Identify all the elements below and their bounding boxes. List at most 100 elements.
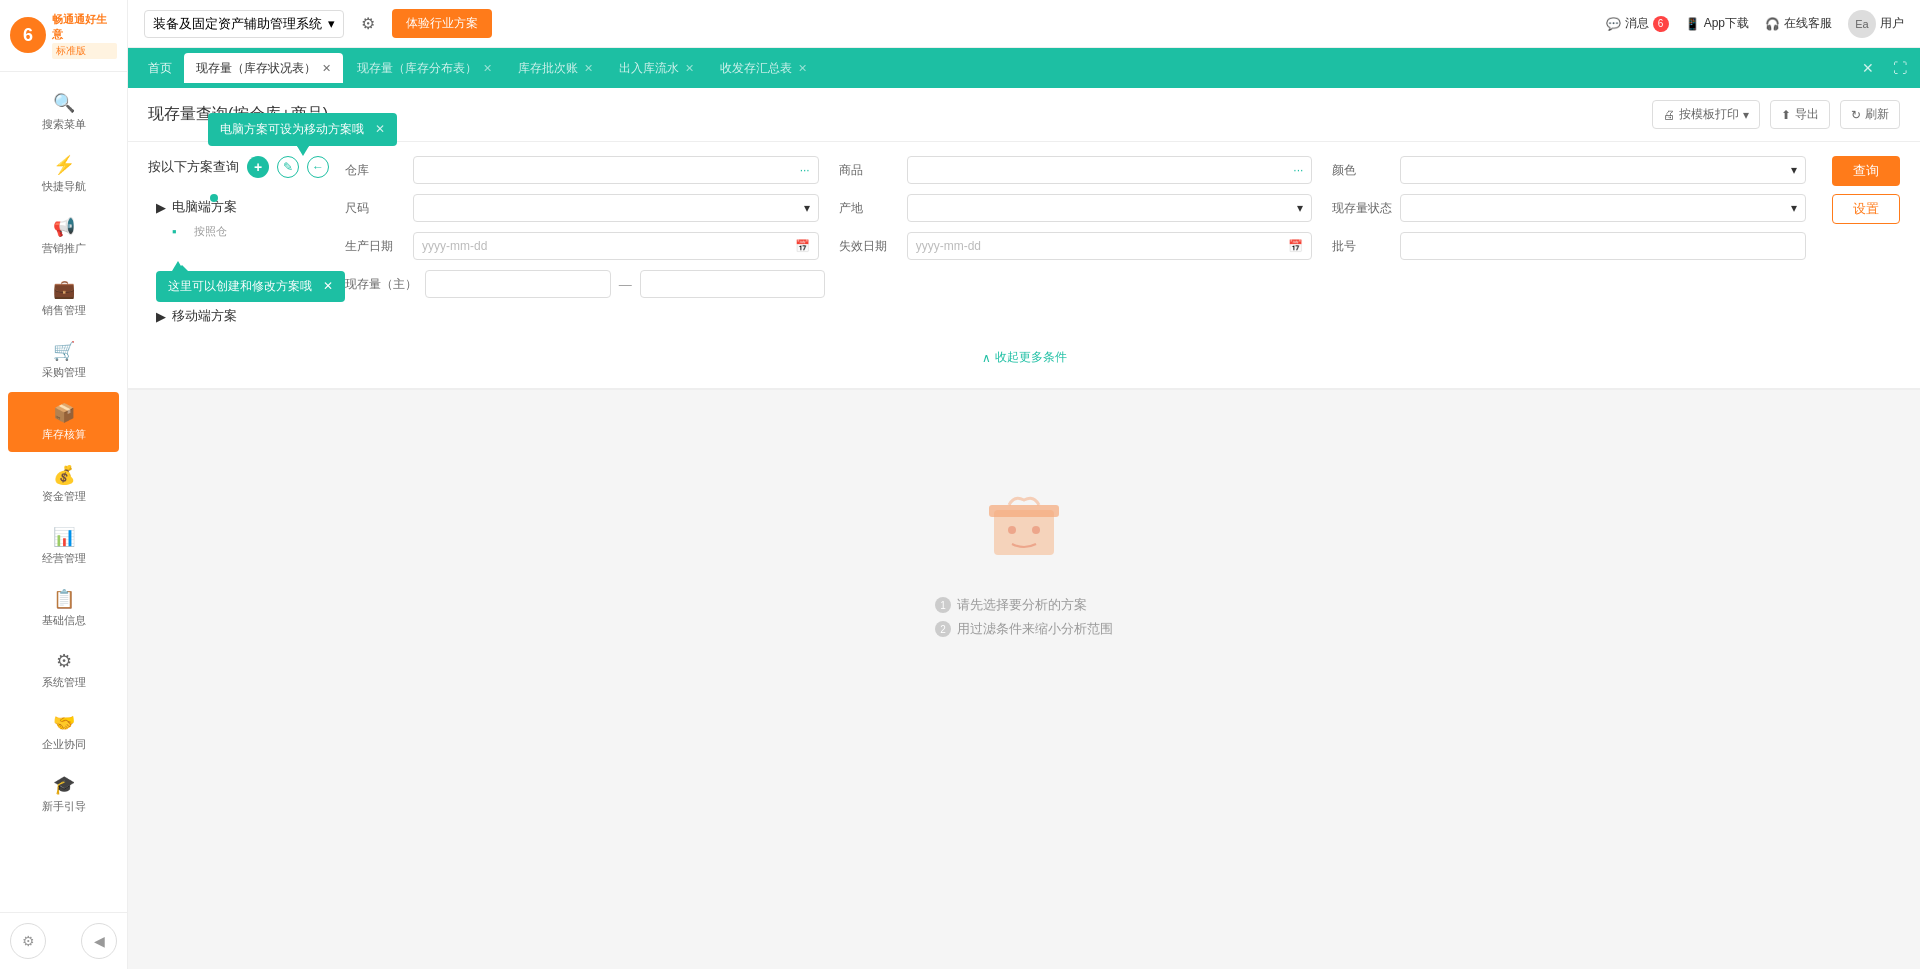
scheme-item-pc[interactable]: ▶ 电脑端方案 xyxy=(148,194,329,220)
size-dropdown-icon: ▾ xyxy=(804,201,810,215)
sidebar-label-search: 搜索菜单 xyxy=(42,117,86,132)
prod-date-label: 生产日期 xyxy=(345,238,405,255)
scheme-item-mobile[interactable]: ▶ 移动端方案 xyxy=(148,303,329,329)
print-template-button[interactable]: 🖨 按模板打印 ▾ xyxy=(1652,100,1760,129)
filter-row-warehouse: 仓库 ··· xyxy=(345,156,819,184)
calendar-icon-expiry[interactable]: 📅 xyxy=(1288,239,1303,253)
tab-summary-label: 收发存汇总表 xyxy=(720,60,792,77)
origin-input[interactable]: ▾ xyxy=(907,194,1313,222)
online-support-button[interactable]: 🎧 在线客服 xyxy=(1765,15,1832,32)
message-icon: 💬 xyxy=(1606,17,1621,31)
tab-batch-ledger-close[interactable]: ✕ xyxy=(584,62,593,75)
collapse-sidebar-btn[interactable]: ◀ xyxy=(81,923,117,959)
tab-close-all-btn[interactable]: ✕ xyxy=(1856,56,1880,80)
back-scheme-button[interactable]: ← xyxy=(307,156,329,178)
tab-summary[interactable]: 收发存汇总表 ✕ xyxy=(708,53,819,83)
guide-icon: 🎓 xyxy=(53,774,75,796)
tooltip1-close[interactable]: ✕ xyxy=(375,122,385,136)
stock-qty-to-input[interactable] xyxy=(640,270,826,298)
scheme-sub-label: 按照仓 xyxy=(183,224,227,239)
prod-date-input[interactable]: yyyy-mm-dd 📅 xyxy=(413,232,819,260)
tab-inout-flow-close[interactable]: ✕ xyxy=(685,62,694,75)
filter-header: 按以下方案查询 + ✎ ← xyxy=(148,156,329,178)
sidebar-item-quicknav[interactable]: ⚡ 快捷导航 xyxy=(8,144,119,204)
scheme-item-sub[interactable]: ▪ 按照仓 xyxy=(148,220,329,243)
enterprise-icon: 🤝 xyxy=(53,712,75,734)
sidebar-item-basic[interactable]: 📋 基础信息 xyxy=(8,578,119,638)
size-input[interactable]: ▾ xyxy=(413,194,819,222)
warehouse-input[interactable]: ··· xyxy=(413,156,819,184)
scheme-mobile-label: 移动端方案 xyxy=(172,307,237,325)
product-input[interactable]: ··· xyxy=(907,156,1313,184)
sidebar-item-sales[interactable]: 💼 销售管理 xyxy=(8,268,119,328)
app-download-button[interactable]: 📱 App下载 xyxy=(1685,15,1749,32)
sidebar-label-sales: 销售管理 xyxy=(42,303,86,318)
svg-point-3 xyxy=(1032,526,1040,534)
logo-tag: 标准版 xyxy=(52,43,117,59)
scheme-sub-arrow: ▪ xyxy=(172,224,177,239)
export-button[interactable]: ⬆ 导出 xyxy=(1770,100,1830,129)
tab-batch-ledger[interactable]: 库存批次账 ✕ xyxy=(506,53,605,83)
color-input[interactable]: ▾ xyxy=(1400,156,1806,184)
warehouse-dots[interactable]: ··· xyxy=(800,163,810,177)
system-title: 装备及固定资产辅助管理系统 xyxy=(153,15,322,33)
sidebar-item-search[interactable]: 🔍 搜索菜单 xyxy=(8,82,119,142)
tab-summary-close[interactable]: ✕ xyxy=(798,62,807,75)
sidebar-item-purchase[interactable]: 🛒 采购管理 xyxy=(8,330,119,390)
sidebar-item-system[interactable]: ⚙ 系统管理 xyxy=(8,640,119,700)
tab-inout-flow[interactable]: 出入库流水 ✕ xyxy=(607,53,706,83)
industry-plan-button[interactable]: 体验行业方案 xyxy=(392,9,492,38)
sidebar-item-marketing[interactable]: 📢 营销推广 xyxy=(8,206,119,266)
tab-inventory-status[interactable]: 现存量（库存状况表） ✕ xyxy=(184,53,343,83)
expiry-date-input[interactable]: yyyy-mm-dd 📅 xyxy=(907,232,1313,260)
tab-home[interactable]: 首页 xyxy=(136,53,184,83)
refresh-button[interactable]: ↻ 刷新 xyxy=(1840,100,1900,129)
stock-qty-from-input[interactable] xyxy=(425,270,611,298)
sidebar-item-operations[interactable]: 📊 经营管理 xyxy=(8,516,119,576)
sidebar-item-inventory[interactable]: 📦 库存核算 xyxy=(8,392,119,452)
purchase-icon: 🛒 xyxy=(53,340,75,362)
sidebar-item-guide[interactable]: 🎓 新手引导 xyxy=(8,764,119,824)
add-scheme-button[interactable]: + xyxy=(247,156,269,178)
print-label: 按模板打印 xyxy=(1679,106,1739,123)
empty-tip-2: 2 用过滤条件来缩小分析范围 xyxy=(935,620,1113,638)
settings-footer-btn[interactable]: ⚙ xyxy=(10,923,46,959)
product-dots[interactable]: ··· xyxy=(1293,163,1303,177)
settings-gear-button[interactable]: ⚙ xyxy=(354,10,382,38)
tab-expand-btn[interactable]: ⛶ xyxy=(1888,56,1912,80)
export-label: 导出 xyxy=(1795,106,1819,123)
tab-inventory-dist[interactable]: 现存量（库存分布表） ✕ xyxy=(345,53,504,83)
tab-inventory-status-close[interactable]: ✕ xyxy=(322,62,331,75)
tooltip1-text: 电脑方案可设为移动方案哦 xyxy=(220,122,364,136)
tip-num-1: 1 xyxy=(935,597,951,613)
operations-icon: 📊 xyxy=(53,526,75,548)
sidebar-label-operations: 经营管理 xyxy=(42,551,86,566)
set-button[interactable]: 设置 xyxy=(1832,194,1900,224)
batch-label: 批号 xyxy=(1332,238,1392,255)
sidebar-label-inventory: 库存核算 xyxy=(42,427,86,442)
tab-inventory-dist-close[interactable]: ✕ xyxy=(483,62,492,75)
scheme-arrow-pc: ▶ xyxy=(156,200,166,215)
tooltip2-close[interactable]: ✕ xyxy=(323,279,333,293)
sidebar-footer: ⚙ ◀ xyxy=(0,912,127,969)
app-download-label: App下载 xyxy=(1704,15,1749,32)
filter-row-batch: 批号 xyxy=(1332,232,1806,260)
query-button[interactable]: 查询 xyxy=(1832,156,1900,186)
batch-input[interactable] xyxy=(1400,232,1806,260)
inventory-icon: 📦 xyxy=(53,402,75,424)
sidebar-item-finance[interactable]: 💰 资金管理 xyxy=(8,454,119,514)
filter-row-origin: 产地 ▾ xyxy=(839,194,1313,222)
tooltip2-text: 这里可以创建和修改方案哦 xyxy=(168,279,312,293)
tabs-actions: ✕ ⛶ xyxy=(1856,56,1912,80)
edit-scheme-button[interactable]: ✎ xyxy=(277,156,299,178)
sidebar-item-enterprise[interactable]: 🤝 企业协同 xyxy=(8,702,119,762)
refresh-label: 刷新 xyxy=(1865,106,1889,123)
message-button[interactable]: 💬 消息 6 xyxy=(1606,15,1669,32)
user-menu-button[interactable]: Ea 用户 xyxy=(1848,10,1904,38)
collapse-more-btn[interactable]: ∧ 收起更多条件 xyxy=(148,341,1900,374)
filter-row-stock-status: 现存量状态 ▾ xyxy=(1332,194,1806,222)
app-title-select[interactable]: 装备及固定资产辅助管理系统 ▾ xyxy=(144,10,344,38)
page-actions: 🖨 按模板打印 ▾ ⬆ 导出 ↻ 刷新 xyxy=(1652,100,1900,129)
stock-status-input[interactable]: ▾ xyxy=(1400,194,1806,222)
calendar-icon-prod[interactable]: 📅 xyxy=(795,239,810,253)
